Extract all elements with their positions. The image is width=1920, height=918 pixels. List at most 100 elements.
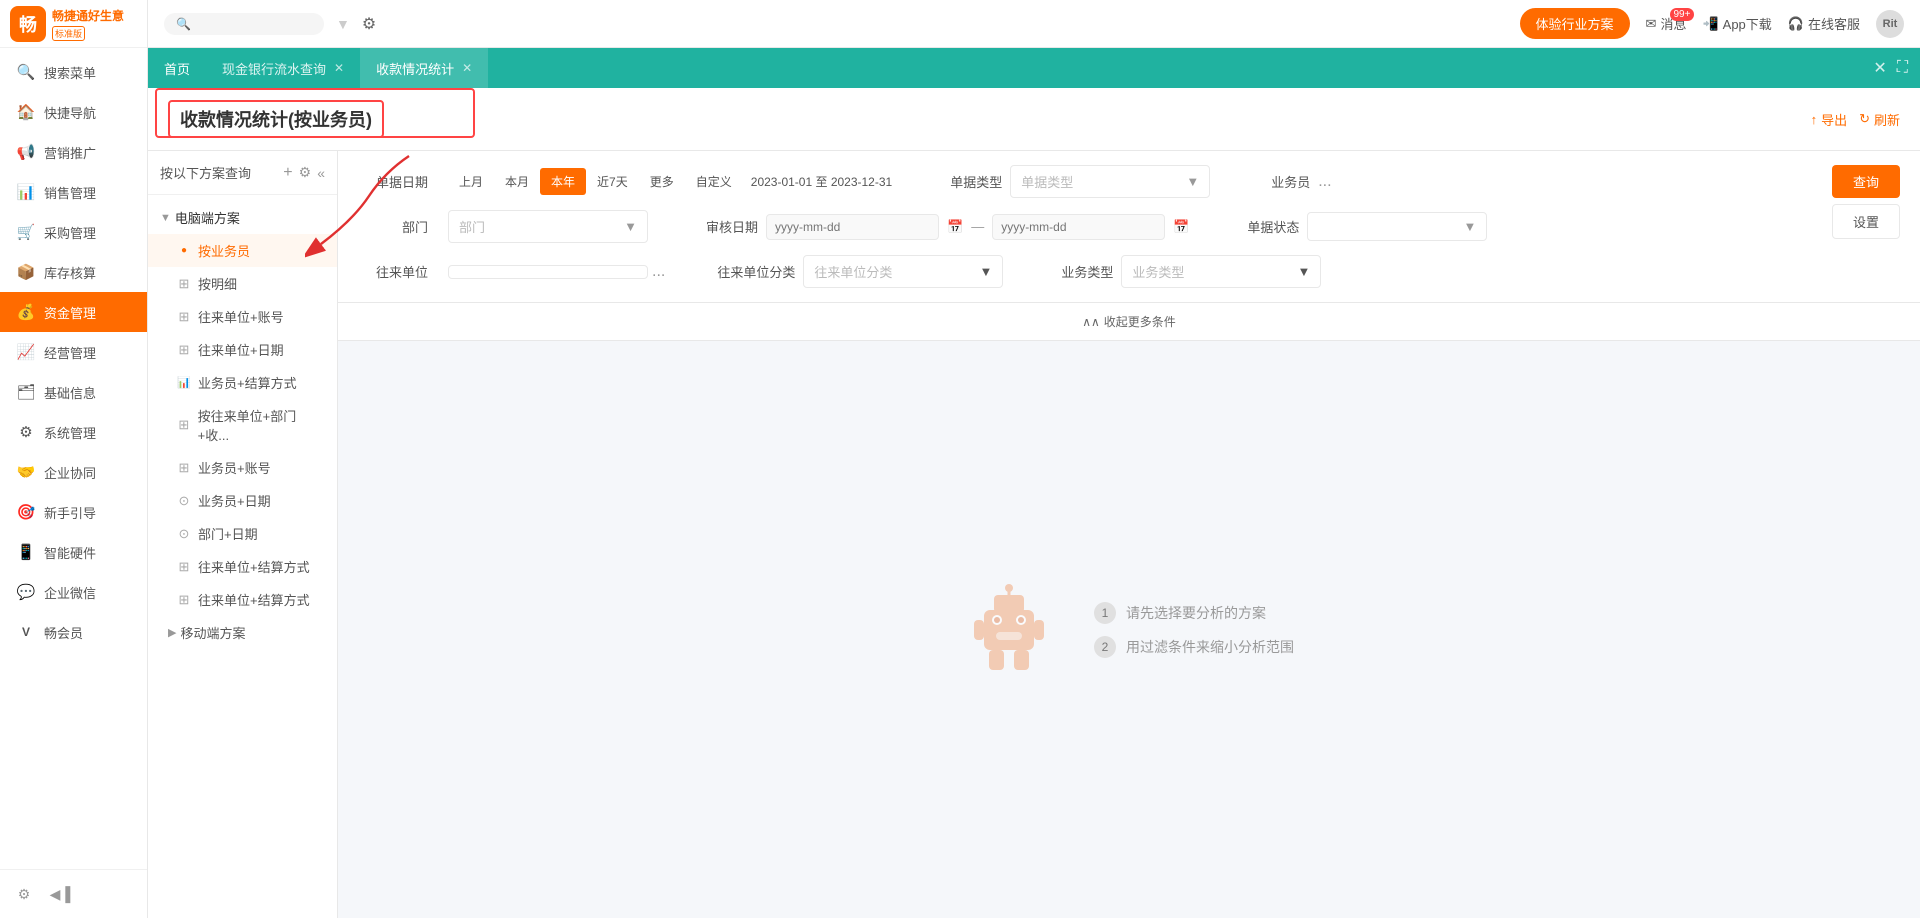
query-btn[interactable]: 查询 bbox=[1832, 165, 1900, 198]
calendar-to-icon[interactable]: 📅 bbox=[1173, 219, 1189, 235]
sidebar-item-basic[interactable]: 🗂 基础信息 bbox=[0, 372, 147, 412]
sidebar-item-purchase[interactable]: 🛒 采购管理 bbox=[0, 212, 147, 252]
tree-item-salesperson-date[interactable]: ⊙ 业务员+日期 bbox=[148, 484, 337, 517]
sidebar-item-system[interactable]: ⚙ 系统管理 bbox=[0, 412, 147, 452]
left-panel-settings-btn[interactable]: ⚙ bbox=[299, 164, 312, 181]
partner-more-btn[interactable]: ... bbox=[652, 263, 665, 281]
salesperson-account-icon: ⊞ bbox=[176, 460, 192, 476]
tree-item-salesperson-account[interactable]: ⊞ 业务员+账号 bbox=[148, 451, 337, 484]
tree-item-salesperson-settlement-label: 业务员+结算方式 bbox=[198, 373, 297, 392]
tree-item-by-salesperson-label: 按业务员 bbox=[198, 241, 250, 260]
app-download-btn[interactable]: 📲 App下载 bbox=[1702, 14, 1771, 33]
bottom-settings-btn[interactable]: ⚙ bbox=[10, 880, 38, 908]
date-tab-last7[interactable]: 近7天 bbox=[586, 168, 639, 195]
detail-icon: ⊞ bbox=[176, 276, 192, 292]
topbar-search-box[interactable]: 🔍 bbox=[164, 13, 324, 35]
filter-row-3: 往来单位 ... 往来单位分类 往来单位分类 ▼ bbox=[358, 255, 1900, 288]
tree-item-by-salesperson[interactable]: ● 按业务员 bbox=[148, 234, 337, 267]
tree-item-by-detail-label: 按明细 bbox=[198, 274, 237, 293]
left-panel-add-btn[interactable]: + bbox=[283, 164, 292, 182]
filter-settings-btn[interactable]: 设置 bbox=[1832, 204, 1900, 239]
review-date-to-input[interactable] bbox=[992, 214, 1165, 240]
date-tab-this-month[interactable]: 本月 bbox=[494, 168, 540, 195]
left-panel-collapse-btn[interactable]: « bbox=[317, 165, 325, 181]
collapse-bar[interactable]: ∧∧ 收起更多条件 bbox=[338, 303, 1920, 341]
collapse-icon: ∧∧ bbox=[1082, 315, 1100, 329]
date-label: 单据日期 bbox=[358, 172, 428, 191]
date-tab-custom[interactable]: 自定义 bbox=[685, 168, 743, 195]
left-panel: 按以下方案查询 + ⚙ « ▼ 电脑端方案 ● bbox=[148, 151, 338, 918]
doc-type-caret: ▼ bbox=[1186, 174, 1199, 189]
bottom-collapse-btn[interactable]: ◀▐ bbox=[46, 880, 74, 908]
sidebar-label-inventory: 库存核算 bbox=[44, 263, 96, 282]
tab-receivable-close-icon[interactable]: ✕ bbox=[462, 61, 472, 75]
tree-item-dept-date[interactable]: ⊙ 部门+日期 bbox=[148, 517, 337, 550]
message-badge: 99+ bbox=[1670, 8, 1695, 21]
partner-date-icon: ⊞ bbox=[176, 342, 192, 358]
dept-select[interactable]: 部门 ▼ bbox=[448, 210, 648, 243]
tab-home[interactable]: 首页 bbox=[148, 48, 206, 88]
business-type-select[interactable]: 业务类型 ▼ bbox=[1121, 255, 1321, 288]
partner-select[interactable] bbox=[448, 265, 648, 279]
tree-item-partner-dept[interactable]: ⊞ 按往来单位+部门+收... bbox=[148, 399, 337, 451]
sidebar-item-enterprise[interactable]: 🤝 企业协同 bbox=[0, 452, 147, 492]
sidebar-item-inventory[interactable]: 📦 库存核算 bbox=[0, 252, 147, 292]
tree-item-dept-date-label: 部门+日期 bbox=[198, 524, 258, 543]
date-tab-more[interactable]: 更多 bbox=[639, 168, 685, 195]
tab-bank-close-icon[interactable]: ✕ bbox=[334, 61, 344, 75]
tree-item-partner-settlement2[interactable]: ⊞ 往来单位+结算方式 bbox=[148, 583, 337, 616]
export-btn[interactable]: ↑ 导出 bbox=[1811, 110, 1848, 129]
date-tab-this-year[interactable]: 本年 bbox=[540, 168, 586, 195]
topbar-dropdown-icon[interactable]: ▼ bbox=[336, 16, 350, 32]
user-avatar[interactable]: Rit bbox=[1876, 10, 1904, 38]
sidebar-label-purchase: 采购管理 bbox=[44, 223, 96, 242]
sidebar-item-quicknav[interactable]: 🏠 快捷导航 bbox=[0, 92, 147, 132]
refresh-btn[interactable]: ↻ 刷新 bbox=[1859, 110, 1900, 129]
tree-item-partner-settlement1[interactable]: ⊞ 往来单位+结算方式 bbox=[148, 550, 337, 583]
tree-item-salesperson-account-label: 业务员+账号 bbox=[198, 458, 271, 477]
dept-value: 部门 bbox=[459, 217, 485, 236]
online-service-btn[interactable]: 🎧 在线客服 bbox=[1788, 14, 1860, 33]
sidebar-item-hardware[interactable]: 📱 智能硬件 bbox=[0, 532, 147, 572]
topbar: 🔍 ▼ ⚙ 体验行业方案 ✉ 消息 99+ 📲 App下载 🎧 在线客服 Rit bbox=[148, 0, 1920, 48]
sidebar-item-search[interactable]: 🔍 搜索菜单 bbox=[0, 52, 147, 92]
tabbar-expand-icon[interactable]: ⛶ bbox=[1897, 59, 1908, 77]
topbar-actions: 体验行业方案 ✉ 消息 99+ 📲 App下载 🎧 在线客服 Rit bbox=[1520, 8, 1904, 39]
tab-bank[interactable]: 现金银行流水查询 ✕ bbox=[206, 48, 360, 88]
sidebar-item-sales[interactable]: 📊 销售管理 bbox=[0, 172, 147, 212]
tree-item-salesperson-settlement[interactable]: 📊 业务员+结算方式 bbox=[148, 366, 337, 399]
partner-category-select[interactable]: 往来单位分类 ▼ bbox=[803, 255, 1003, 288]
operation-icon: 📈 bbox=[16, 342, 36, 362]
salesperson-group: 业务员 ... bbox=[1260, 172, 1331, 191]
tree-item-partner-account[interactable]: ⊞ 往来单位+账号 bbox=[148, 300, 337, 333]
date-tab-last-month[interactable]: 上月 bbox=[448, 168, 494, 195]
sidebar-item-operation[interactable]: 📈 经营管理 bbox=[0, 332, 147, 372]
sidebar-label-wechat: 企业微信 bbox=[44, 583, 96, 602]
business-type-group: 业务类型 业务类型 ▼ bbox=[1053, 255, 1321, 288]
calendar-from-icon[interactable]: 📅 bbox=[947, 219, 963, 235]
sidebar-item-member[interactable]: V 畅会员 bbox=[0, 612, 147, 652]
tab-receivable[interactable]: 收款情况统计 ✕ bbox=[360, 48, 488, 88]
tree-desktop-group-header[interactable]: ▼ 电脑端方案 bbox=[148, 201, 337, 234]
sidebar-item-guide[interactable]: 🎯 新手引导 bbox=[0, 492, 147, 532]
tree-item-by-detail[interactable]: ⊞ 按明细 bbox=[148, 267, 337, 300]
partner-input-group: ... bbox=[448, 263, 665, 281]
tree-item-partner-date[interactable]: ⊞ 往来单位+日期 bbox=[148, 333, 337, 366]
tabbar-close-icon[interactable]: ✕ bbox=[1873, 58, 1886, 78]
sidebar-item-marketing[interactable]: 📢 营销推广 bbox=[0, 132, 147, 172]
service-icon: 🎧 bbox=[1788, 16, 1804, 32]
tree-mobile-group-header[interactable]: ▶ 移动端方案 bbox=[148, 616, 337, 649]
message-btn[interactable]: ✉ 消息 99+ bbox=[1646, 14, 1687, 33]
review-date-from-input[interactable] bbox=[766, 214, 939, 240]
sidebar-item-wechat[interactable]: 💬 企业微信 bbox=[0, 572, 147, 612]
doc-type-select[interactable]: 单据类型 ▼ bbox=[1010, 165, 1210, 198]
trial-btn[interactable]: 体验行业方案 bbox=[1520, 8, 1630, 39]
topbar-settings-icon[interactable]: ⚙ bbox=[362, 14, 376, 34]
tree-mobile-label: 移动端方案 bbox=[180, 623, 245, 642]
filter-row-2: 部门 部门 ▼ 审核日期 📅 — 📅 bbox=[358, 210, 1900, 243]
sidebar-item-finance[interactable]: 💰 资金管理 bbox=[0, 292, 147, 332]
salesperson-more-btn[interactable]: ... bbox=[1318, 173, 1331, 191]
logo-text-block: 畅捷通好生意 标准版 bbox=[52, 7, 124, 41]
doc-status-select[interactable]: ▼ bbox=[1307, 212, 1487, 241]
dept-filter-label: 部门 bbox=[358, 217, 428, 236]
